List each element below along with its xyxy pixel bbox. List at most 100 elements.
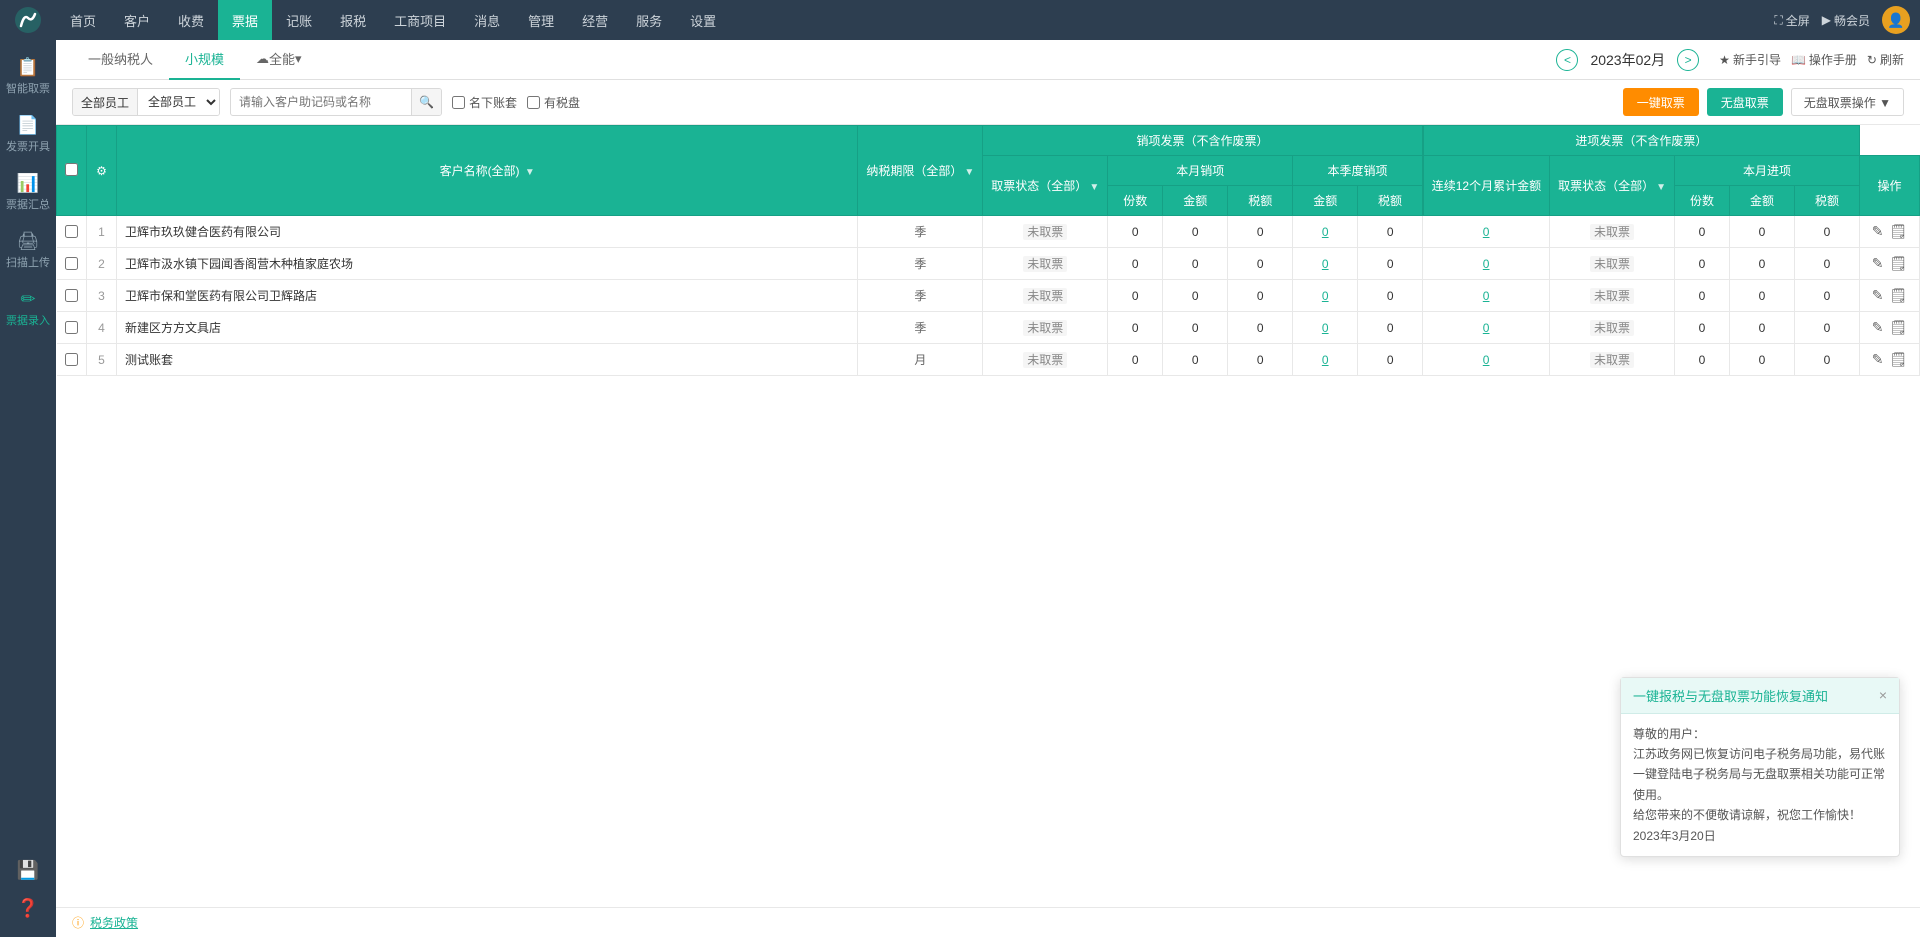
sales-quarter-amount-link[interactable]: 0 <box>1322 257 1329 271</box>
sidebar-download[interactable]: 💾 <box>0 851 56 889</box>
no-disk-ops-btn[interactable]: 无盘取票操作 ▼ <box>1791 88 1904 116</box>
sidebar-item-invoice-open[interactable]: 📄 发票开具 <box>0 106 56 164</box>
select-all-checkbox[interactable] <box>65 163 78 176</box>
row-sales-status: 未取票 <box>983 344 1108 376</box>
nav-message[interactable]: 消息 <box>460 0 514 40</box>
row-checkbox-cell[interactable] <box>57 280 87 312</box>
notification-close-btn[interactable]: × <box>1879 687 1887 703</box>
one-key-ticket-btn[interactable]: 一键取票 <box>1623 88 1699 116</box>
date-display: 2023年02月 <box>1590 50 1665 70</box>
nav-fee[interactable]: 收费 <box>164 0 218 40</box>
row-sales-quarter-amount: 0 <box>1293 312 1358 344</box>
date-prev-btn[interactable]: < <box>1556 49 1578 71</box>
detail-action-btn[interactable]: 🗒 <box>1889 223 1907 240</box>
row-sales-status: 未取票 <box>983 216 1108 248</box>
employee-select[interactable]: 全部员工 <box>138 89 219 115</box>
row-checkbox[interactable] <box>65 225 78 238</box>
row-checkbox[interactable] <box>65 321 78 334</box>
detail-action-btn[interactable]: 🗒 <box>1889 255 1907 272</box>
12month-link[interactable]: 0 <box>1483 321 1490 335</box>
sales-quarter-amount-link[interactable]: 0 <box>1322 225 1329 239</box>
row-sales-month-amount: 0 <box>1163 216 1228 248</box>
edit-action-btn[interactable]: ✎ <box>1872 351 1884 368</box>
sales-status-filter-icon[interactable]: ▼ <box>1089 182 1099 193</box>
manual-btn[interactable]: 📖 操作手册 <box>1791 51 1857 68</box>
detail-action-btn[interactable]: 🗒 <box>1889 287 1907 304</box>
12month-link[interactable]: 0 <box>1483 257 1490 271</box>
row-checkbox[interactable] <box>65 257 78 270</box>
edit-action-btn[interactable]: ✎ <box>1872 223 1884 240</box>
row-num-cell: 1 <box>87 216 117 248</box>
row-sales-quarter-amount: 0 <box>1293 344 1358 376</box>
sales-quarter-amount-link[interactable]: 0 <box>1322 353 1329 367</box>
row-checkbox[interactable] <box>65 353 78 366</box>
date-next-btn[interactable]: > <box>1677 49 1699 71</box>
period-tag: 季 <box>914 321 926 335</box>
row-sales-month-shares: 0 <box>1108 248 1163 280</box>
nav-operate[interactable]: 经营 <box>568 0 622 40</box>
row-purchase-month-tax: 0 <box>1795 216 1860 248</box>
edit-action-btn[interactable]: ✎ <box>1872 287 1884 304</box>
nav-home[interactable]: 首页 <box>56 0 110 40</box>
detail-action-btn[interactable]: 🗒 <box>1889 319 1907 336</box>
sales-quarter-amount-link[interactable]: 0 <box>1322 289 1329 303</box>
invoice-open-icon: 📄 <box>17 116 39 134</box>
sales-quarter-amount-link[interactable]: 0 <box>1322 321 1329 335</box>
12month-link[interactable]: 0 <box>1483 225 1490 239</box>
nav-business[interactable]: 工商项目 <box>380 0 460 40</box>
sidebar-item-ticket-entry[interactable]: ✏ 票据录入 <box>0 280 56 338</box>
sidebar-item-invoice-summary[interactable]: 📊 票据汇总 <box>0 164 56 222</box>
row-purchase-status: 未取票 <box>1550 312 1675 344</box>
sidebar-item-smart-ticket[interactable]: 📋 智能取票 <box>0 48 56 106</box>
12month-link[interactable]: 0 <box>1483 289 1490 303</box>
nav-service[interactable]: 服务 <box>622 0 676 40</box>
sales-status-tag: 未取票 <box>1023 256 1067 272</box>
purchase-status-filter-icon[interactable]: ▼ <box>1656 182 1666 193</box>
search-input[interactable] <box>231 95 411 109</box>
12month-link[interactable]: 0 <box>1483 353 1490 367</box>
row-checkbox-cell[interactable] <box>57 344 87 376</box>
row-checkbox-cell[interactable] <box>57 248 87 280</box>
fullscreen-btn[interactable]: ⛶ 全屏 <box>1774 12 1809 29</box>
customer-filter-icon[interactable]: ▼ <box>525 167 535 178</box>
nav-manage[interactable]: 管理 <box>514 0 568 40</box>
row-sales-month-shares: 0 <box>1108 216 1163 248</box>
tab-all-capability[interactable]: ☁ 全能 ▾ <box>240 40 318 80</box>
my-account-checkbox-label[interactable]: 名下账套 <box>452 94 517 111</box>
nav-customer[interactable]: 客户 <box>110 0 164 40</box>
tax-disk-checkbox[interactable] <box>527 96 540 109</box>
th-settings: ⚙ <box>87 126 117 216</box>
user-avatar[interactable]: 👤 <box>1882 6 1910 34</box>
notification-popup: 一键报税与无盘取票功能恢复通知 × 尊敬的用户： 江苏政务网已恢复访问电子税务局… <box>1620 677 1900 857</box>
edit-action-btn[interactable]: ✎ <box>1872 255 1884 272</box>
nav-settings[interactable]: 设置 <box>676 0 730 40</box>
row-checkbox-cell[interactable] <box>57 216 87 248</box>
row-checkbox-cell[interactable] <box>57 312 87 344</box>
row-number: 2 <box>98 257 105 271</box>
my-account-checkbox[interactable] <box>452 96 465 109</box>
tax-disk-checkbox-label[interactable]: 有税盘 <box>527 94 580 111</box>
tab-small-scale[interactable]: 小规模 <box>169 40 240 80</box>
edit-action-btn[interactable]: ✎ <box>1872 319 1884 336</box>
row-purchase-month-amount: 0 <box>1730 280 1795 312</box>
settings-icon[interactable]: ⚙ <box>96 164 107 178</box>
footer: ⓘ 税务政策 <box>56 907 1920 937</box>
search-button[interactable]: 🔍 <box>411 89 441 115</box>
member-btn[interactable]: ▶ 畅会员 <box>1822 12 1870 29</box>
tax-period-filter-icon[interactable]: ▼ <box>964 167 974 178</box>
th-checkbox[interactable] <box>57 126 87 216</box>
nav-bookkeeping[interactable]: 记账 <box>272 0 326 40</box>
tab-general-taxpayer[interactable]: 一般纳税人 <box>72 40 169 80</box>
employee-label: 全部员工 <box>73 89 138 115</box>
detail-action-btn[interactable]: 🗒 <box>1889 351 1907 368</box>
refresh-btn[interactable]: ↻ 刷新 <box>1867 51 1904 68</box>
sidebar-help[interactable]: ❓ <box>0 889 56 927</box>
nav-invoice[interactable]: 票据 <box>218 0 272 40</box>
row-tax-period: 季 <box>858 280 983 312</box>
new-guide-btn[interactable]: ★ 新手引导 <box>1719 51 1781 68</box>
row-checkbox[interactable] <box>65 289 78 302</box>
footer-tax-policy-link[interactable]: 税务政策 <box>90 914 138 931</box>
sidebar-item-scan-upload[interactable]: 🖨 扫描上传 <box>0 222 56 280</box>
no-disk-ticket-btn[interactable]: 无盘取票 <box>1707 88 1783 116</box>
nav-tax[interactable]: 报税 <box>326 0 380 40</box>
